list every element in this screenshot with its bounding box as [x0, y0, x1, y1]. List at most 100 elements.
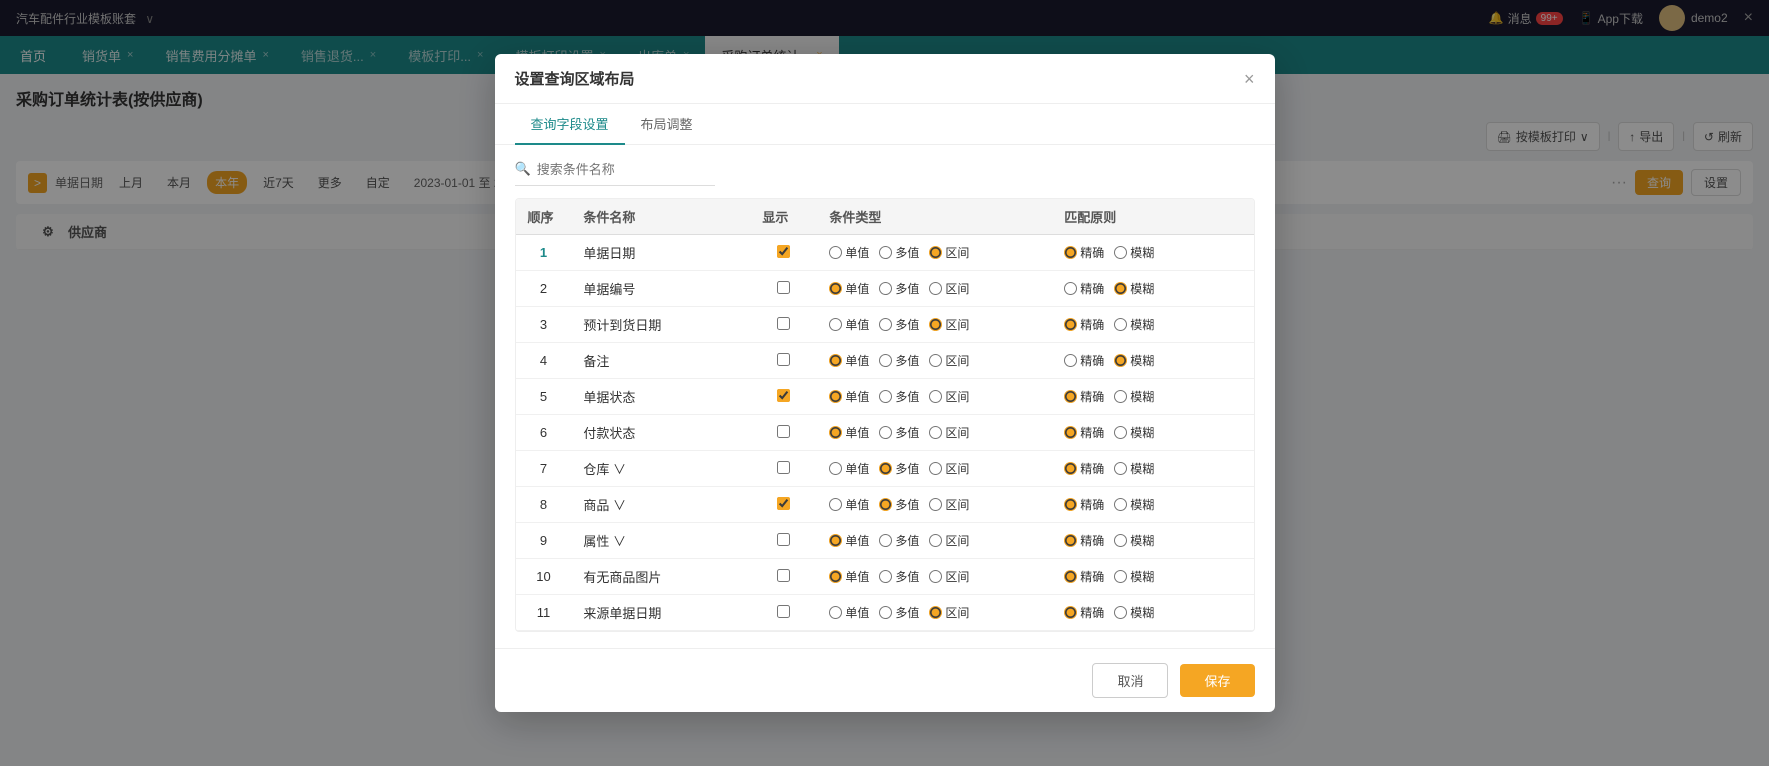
radio-fuzzy[interactable]: 模糊	[1114, 496, 1154, 513]
radio-exact[interactable]: 精确	[1064, 496, 1104, 513]
radio-range-input[interactable]	[929, 606, 942, 619]
save-button[interactable]: 保存	[1180, 664, 1254, 697]
radio-exact[interactable]: 精确	[1064, 280, 1104, 297]
radio-single-input[interactable]	[829, 246, 842, 259]
radio-fuzzy[interactable]: 模糊	[1114, 280, 1154, 297]
radio-single[interactable]: 单值	[829, 568, 869, 585]
radio-range[interactable]: 区间	[929, 352, 969, 369]
radio-multi[interactable]: 多值	[879, 352, 919, 369]
radio-exact[interactable]: 精确	[1064, 568, 1104, 585]
radio-multi-input[interactable]	[879, 606, 892, 619]
radio-exact-input[interactable]	[1064, 426, 1077, 439]
radio-range-input[interactable]	[929, 498, 942, 511]
display-checkbox[interactable]	[777, 245, 790, 258]
radio-range[interactable]: 区间	[929, 496, 969, 513]
radio-fuzzy-input[interactable]	[1114, 246, 1127, 259]
radio-exact-input[interactable]	[1064, 534, 1077, 547]
display-checkbox[interactable]	[777, 389, 790, 402]
radio-range[interactable]: 区间	[929, 316, 969, 333]
radio-multi-input[interactable]	[879, 318, 892, 331]
radio-exact-input[interactable]	[1064, 570, 1077, 583]
radio-range[interactable]: 区间	[929, 604, 969, 621]
radio-multi[interactable]: 多值	[879, 460, 919, 477]
cancel-button[interactable]: 取消	[1092, 663, 1168, 698]
radio-fuzzy-input[interactable]	[1114, 426, 1127, 439]
radio-multi[interactable]: 多值	[879, 424, 919, 441]
radio-exact-input[interactable]	[1064, 498, 1077, 511]
radio-fuzzy[interactable]: 模糊	[1114, 568, 1154, 585]
radio-fuzzy-input[interactable]	[1114, 282, 1127, 295]
radio-single[interactable]: 单值	[829, 388, 869, 405]
radio-range[interactable]: 区间	[929, 460, 969, 477]
radio-range[interactable]: 区间	[929, 280, 969, 297]
radio-multi-input[interactable]	[879, 246, 892, 259]
radio-single-input[interactable]	[829, 282, 842, 295]
radio-fuzzy[interactable]: 模糊	[1114, 460, 1154, 477]
radio-fuzzy[interactable]: 模糊	[1114, 352, 1154, 369]
radio-exact-input[interactable]	[1064, 390, 1077, 403]
radio-single-input[interactable]	[829, 570, 842, 583]
radio-fuzzy[interactable]: 模糊	[1114, 316, 1154, 333]
radio-multi-input[interactable]	[879, 462, 892, 475]
modal-close-button[interactable]: ×	[1244, 70, 1255, 88]
radio-range-input[interactable]	[929, 570, 942, 583]
display-checkbox[interactable]	[777, 353, 790, 366]
radio-single-input[interactable]	[829, 606, 842, 619]
radio-multi[interactable]: 多值	[879, 280, 919, 297]
radio-multi[interactable]: 多值	[879, 568, 919, 585]
radio-single[interactable]: 单值	[829, 424, 869, 441]
radio-range-input[interactable]	[929, 534, 942, 547]
radio-multi[interactable]: 多值	[879, 388, 919, 405]
display-checkbox[interactable]	[777, 605, 790, 618]
radio-single-input[interactable]	[829, 534, 842, 547]
radio-exact-input[interactable]	[1064, 462, 1077, 475]
radio-multi-input[interactable]	[879, 534, 892, 547]
radio-single[interactable]: 单值	[829, 316, 869, 333]
radio-multi-input[interactable]	[879, 570, 892, 583]
radio-single[interactable]: 单值	[829, 352, 869, 369]
radio-single[interactable]: 单值	[829, 532, 869, 549]
radio-fuzzy[interactable]: 模糊	[1114, 532, 1154, 549]
radio-single[interactable]: 单值	[829, 496, 869, 513]
radio-single[interactable]: 单值	[829, 280, 869, 297]
radio-range[interactable]: 区间	[929, 388, 969, 405]
radio-multi[interactable]: 多值	[879, 532, 919, 549]
radio-fuzzy-input[interactable]	[1114, 498, 1127, 511]
display-checkbox[interactable]	[777, 425, 790, 438]
modal-tab-layout[interactable]: 布局调整	[625, 104, 709, 145]
display-checkbox[interactable]	[777, 317, 790, 330]
radio-range-input[interactable]	[929, 246, 942, 259]
radio-exact[interactable]: 精确	[1064, 532, 1104, 549]
radio-fuzzy[interactable]: 模糊	[1114, 244, 1154, 261]
radio-single-input[interactable]	[829, 390, 842, 403]
radio-fuzzy-input[interactable]	[1114, 606, 1127, 619]
modal-tab-query-settings[interactable]: 查询字段设置	[515, 104, 625, 145]
radio-range-input[interactable]	[929, 318, 942, 331]
radio-range-input[interactable]	[929, 426, 942, 439]
radio-exact-input[interactable]	[1064, 282, 1077, 295]
radio-fuzzy-input[interactable]	[1114, 390, 1127, 403]
radio-multi-input[interactable]	[879, 426, 892, 439]
radio-exact-input[interactable]	[1064, 606, 1077, 619]
radio-exact-input[interactable]	[1064, 246, 1077, 259]
radio-multi-input[interactable]	[879, 354, 892, 367]
radio-exact[interactable]: 精确	[1064, 388, 1104, 405]
display-checkbox[interactable]	[777, 461, 790, 474]
radio-single-input[interactable]	[829, 462, 842, 475]
display-checkbox[interactable]	[777, 569, 790, 582]
radio-single[interactable]: 单值	[829, 244, 869, 261]
radio-exact[interactable]: 精确	[1064, 604, 1104, 621]
radio-range-input[interactable]	[929, 282, 942, 295]
radio-multi[interactable]: 多值	[879, 604, 919, 621]
radio-multi[interactable]: 多值	[879, 244, 919, 261]
radio-exact-input[interactable]	[1064, 318, 1077, 331]
radio-multi[interactable]: 多值	[879, 316, 919, 333]
radio-exact[interactable]: 精确	[1064, 460, 1104, 477]
radio-exact[interactable]: 精确	[1064, 244, 1104, 261]
radio-exact[interactable]: 精确	[1064, 316, 1104, 333]
radio-single[interactable]: 单值	[829, 460, 869, 477]
radio-single-input[interactable]	[829, 426, 842, 439]
radio-fuzzy-input[interactable]	[1114, 570, 1127, 583]
radio-range-input[interactable]	[929, 354, 942, 367]
radio-multi-input[interactable]	[879, 282, 892, 295]
